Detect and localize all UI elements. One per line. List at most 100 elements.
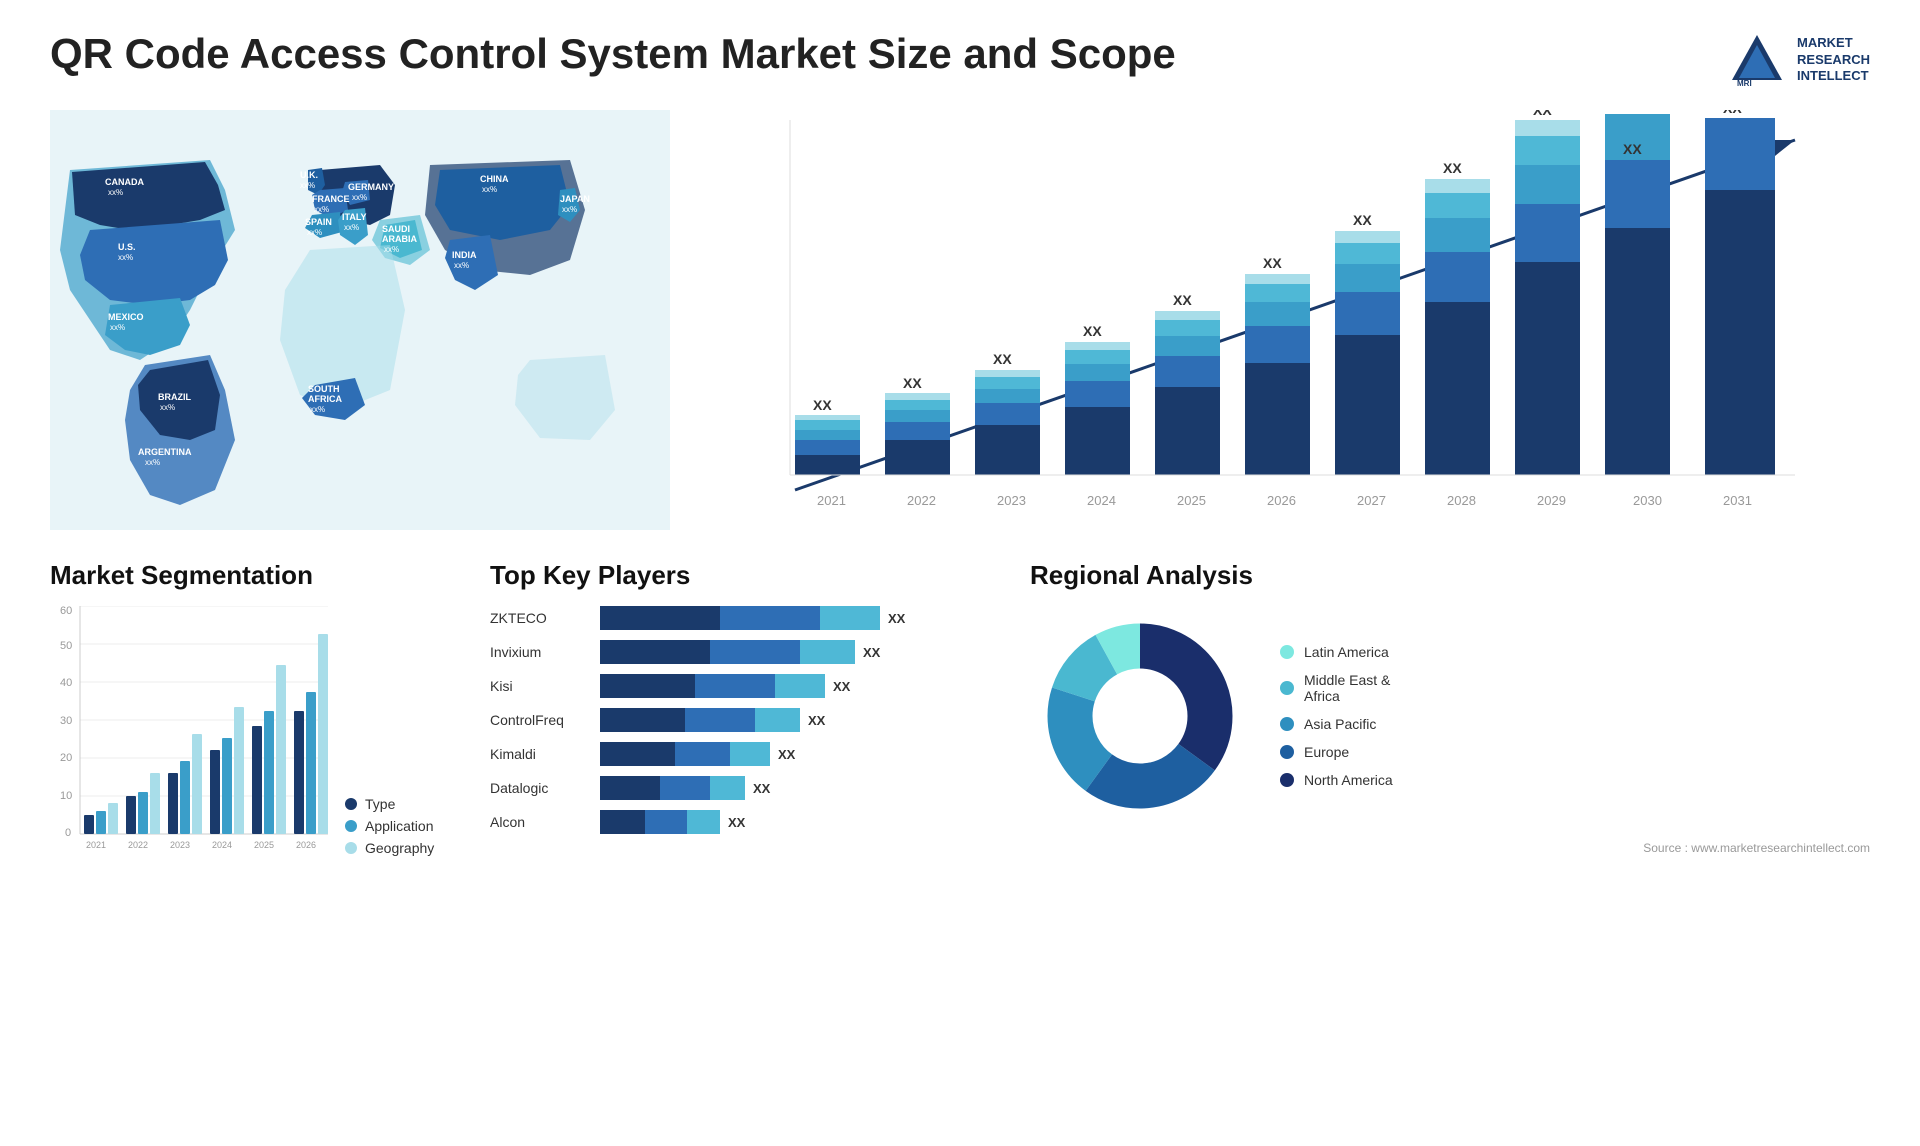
market-segmentation: Market Segmentation 0 10 20 30 40 50 60 <box>50 560 470 940</box>
argentina-value: xx% <box>145 458 160 467</box>
legend-app-dot <box>345 820 357 832</box>
logo: MRI MARKET RESEARCH INTELLECT <box>1727 30 1870 90</box>
regional-analysis: Regional Analysis <box>1030 560 1870 940</box>
svg-text:60: 60 <box>60 606 72 617</box>
spain-label: SPAIN <box>305 217 332 227</box>
svg-text:XX: XX <box>993 351 1012 367</box>
legend-middle-east-africa: Middle East &Africa <box>1280 672 1393 704</box>
key-players-title: Top Key Players <box>490 560 1010 591</box>
us-label: U.S. <box>118 242 136 252</box>
svg-text:2030: 2030 <box>1633 493 1662 508</box>
legend-app-label: Application <box>365 818 434 834</box>
player-name-kimaldi: Kimaldi <box>490 746 590 762</box>
player-bar-alcon: XX <box>600 810 1010 834</box>
legend-ap-label: Asia Pacific <box>1304 716 1376 732</box>
source-text: Source : www.marketresearchintellect.com <box>1030 841 1870 855</box>
china-value: xx% <box>482 185 497 194</box>
japan-label: JAPAN <box>560 194 590 204</box>
player-name-zkteco: ZKTECO <box>490 610 590 626</box>
canada-value: xx% <box>108 188 123 197</box>
bar-chart-section: XX 2021 XX 2022 XX <box>700 110 1870 530</box>
svg-text:2026: 2026 <box>296 840 316 850</box>
legend-application: Application <box>345 818 434 834</box>
legend-na-label: North America <box>1304 772 1393 788</box>
saudi-value: xx% <box>384 245 399 254</box>
svg-text:MRI: MRI <box>1737 79 1752 88</box>
mexico-label: MEXICO <box>108 312 144 322</box>
svg-text:2023: 2023 <box>170 840 190 850</box>
top-section: CANADA xx% U.S. xx% MEXICO xx% BRAZIL xx… <box>50 110 1870 530</box>
legend-type-dot <box>345 798 357 810</box>
legend-mea-label: Middle East &Africa <box>1304 672 1390 704</box>
svg-text:2021: 2021 <box>817 493 846 508</box>
canada-label: CANADA <box>105 177 144 187</box>
india-label: INDIA <box>452 250 477 260</box>
players-list: ZKTECO XX Invixium <box>490 606 1010 834</box>
player-row: Kimaldi XX <box>490 742 1010 766</box>
donut-chart <box>1030 606 1250 826</box>
svg-text:XX: XX <box>1353 212 1372 228</box>
legend-eu-label: Europe <box>1304 744 1349 760</box>
page-title: QR Code Access Control System Market Siz… <box>50 30 1176 78</box>
regional-legend: Latin America Middle East &Africa Asia P… <box>1280 644 1393 788</box>
world-map: CANADA xx% U.S. xx% MEXICO xx% BRAZIL xx… <box>50 110 670 530</box>
svg-text:XX: XX <box>1623 141 1642 157</box>
uk-value: xx% <box>300 181 315 190</box>
map-container: CANADA xx% U.S. xx% MEXICO xx% BRAZIL xx… <box>50 110 670 530</box>
safrica-label2: AFRICA <box>308 394 342 404</box>
svg-text:XX: XX <box>1083 323 1102 339</box>
argentina-label: ARGENTINA <box>138 447 192 457</box>
spain-value: xx% <box>307 228 322 237</box>
svg-text:20: 20 <box>60 752 72 764</box>
svg-text:2025: 2025 <box>254 840 274 850</box>
player-name-datalogic: Datalogic <box>490 780 590 796</box>
bar-chart-svg: XX 2021 XX 2022 XX <box>700 110 1870 510</box>
svg-text:XX: XX <box>1723 110 1742 116</box>
logo-text: MARKET RESEARCH INTELLECT <box>1797 35 1870 86</box>
svg-text:2028: 2028 <box>1447 493 1476 508</box>
seg-chart: 0 10 20 30 40 50 60 <box>50 606 330 856</box>
donut-area: Latin America Middle East &Africa Asia P… <box>1030 606 1870 826</box>
italy-label: ITALY <box>342 212 367 222</box>
svg-text:XX: XX <box>1173 292 1192 308</box>
saudi-label2: ARABIA <box>382 234 417 244</box>
header: QR Code Access Control System Market Siz… <box>50 30 1870 90</box>
svg-text:2024: 2024 <box>212 840 232 850</box>
svg-text:50: 50 <box>60 640 72 652</box>
player-row: Alcon XX <box>490 810 1010 834</box>
uk-label: U.K. <box>300 170 318 180</box>
player-name-alcon: Alcon <box>490 814 590 830</box>
germany-value: xx% <box>352 193 367 202</box>
svg-text:10: 10 <box>60 790 72 802</box>
svg-text:2022: 2022 <box>128 840 148 850</box>
logo-icon: MRI <box>1727 30 1787 90</box>
svg-text:2029: 2029 <box>1537 493 1566 508</box>
legend-la-dot <box>1280 645 1294 659</box>
svg-text:2023: 2023 <box>997 493 1026 508</box>
mexico-value: xx% <box>110 323 125 332</box>
player-name-kisi: Kisi <box>490 678 590 694</box>
legend-eu-dot <box>1280 745 1294 759</box>
svg-text:2022: 2022 <box>907 493 936 508</box>
china-label: CHINA <box>480 174 509 184</box>
legend-latin-america: Latin America <box>1280 644 1393 660</box>
player-bar-datalogic: XX <box>600 776 1010 800</box>
safrica-value: xx% <box>310 405 325 414</box>
us-value: xx% <box>118 253 133 262</box>
svg-text:2021: 2021 <box>86 840 106 850</box>
japan-value: xx% <box>562 205 577 214</box>
player-row: Invixium XX <box>490 640 1010 664</box>
player-row: ControlFreq XX <box>490 708 1010 732</box>
player-row: Datalogic XX <box>490 776 1010 800</box>
france-label: FRANCE <box>312 194 350 204</box>
legend-type: Type <box>345 796 434 812</box>
svg-text:2027: 2027 <box>1357 493 1386 508</box>
player-bar-controlfreq: XX <box>600 708 1010 732</box>
player-bar-invixium: XX <box>600 640 1010 664</box>
legend-type-label: Type <box>365 796 395 812</box>
svg-text:XX: XX <box>1533 110 1552 118</box>
svg-text:2026: 2026 <box>1267 493 1296 508</box>
legend-north-america: North America <box>1280 772 1393 788</box>
saudi-label: SAUDI <box>382 224 410 234</box>
italy-value: xx% <box>344 223 359 232</box>
